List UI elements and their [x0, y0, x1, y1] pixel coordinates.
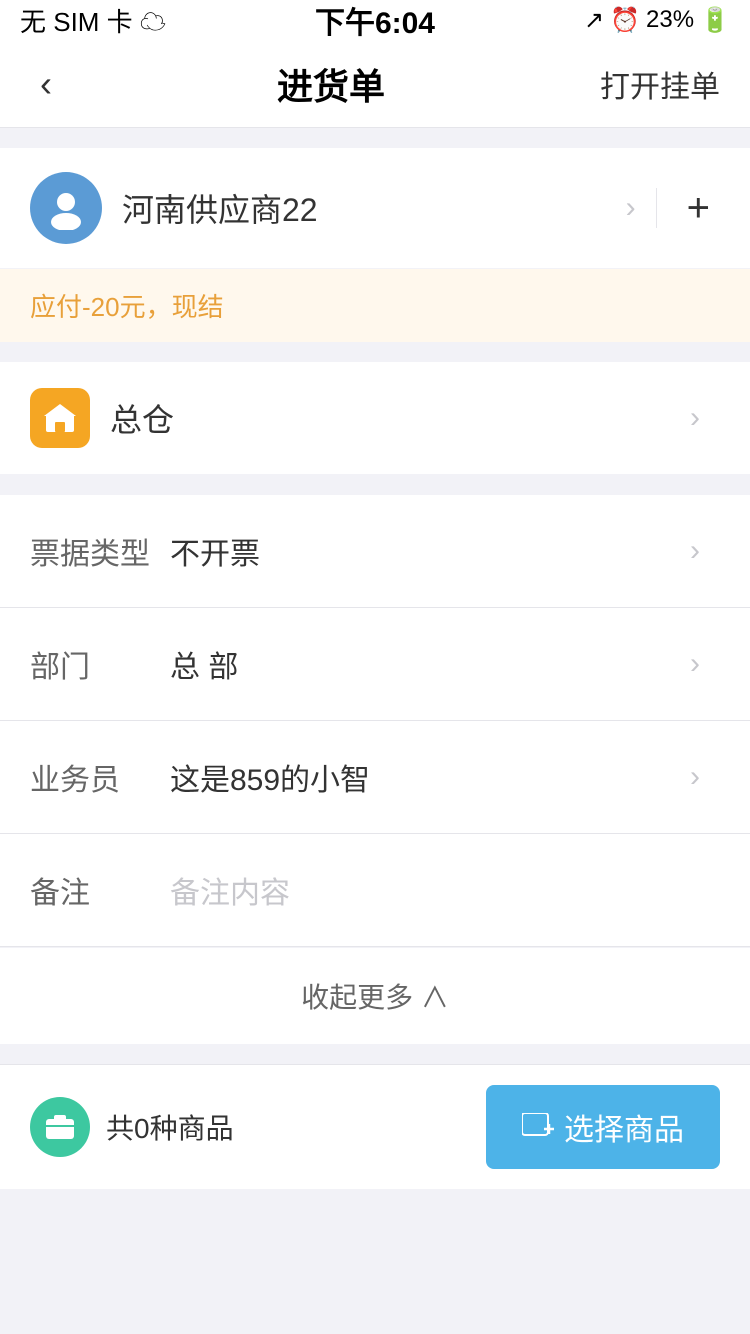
status-bar: 无 SIM 卡 ☁ 下午6:04 ↗ ⏰ 23% 🔋 — [0, 0, 750, 40]
warehouse-section: 总仓 › — [0, 362, 750, 475]
battery-text: 23% — [646, 6, 694, 34]
nav-bar: ‹ 进货单 打开挂单 — [0, 40, 750, 128]
supplier-divider — [656, 188, 657, 228]
back-button[interactable]: ‹ — [30, 53, 62, 115]
invoice-type-label: 票据类型 — [30, 529, 170, 573]
department-chevron-icon: › — [690, 647, 700, 681]
salesperson-label: 业务员 — [30, 755, 170, 799]
signal-text: 无 SIM 卡 ☁ — [20, 2, 166, 39]
status-right: ↗ ⏰ 23% 🔋 — [584, 6, 730, 35]
select-product-label: 选择商品 — [564, 1105, 684, 1149]
invoice-type-chevron-icon: › — [690, 534, 700, 568]
collapse-row[interactable]: 收起更多 ∧ — [0, 947, 750, 1044]
invoice-type-value: 不开票 — [170, 529, 690, 573]
section-gap-3 — [0, 475, 750, 495]
product-icon — [30, 1097, 90, 1157]
invoice-type-row[interactable]: 票据类型 不开票 › — [0, 495, 750, 608]
battery-icon: 🔋 — [700, 6, 730, 35]
section-gap-2 — [0, 342, 750, 362]
section-gap-1 — [0, 128, 750, 148]
salesperson-chevron-icon: › — [690, 760, 700, 794]
location-icon: ↗ — [584, 6, 604, 35]
department-row[interactable]: 部门 总 部 › — [0, 608, 750, 721]
warehouse-row[interactable]: 总仓 › — [0, 362, 750, 475]
supplier-avatar — [30, 172, 102, 244]
remark-value[interactable]: 备注内容 — [170, 868, 720, 912]
collapse-label: 收起更多 ∧ — [301, 976, 449, 1016]
warehouse-name: 总仓 — [110, 395, 690, 441]
bottom-bar: 共0种商品 选择商品 — [0, 1064, 750, 1189]
remark-label: 备注 — [30, 868, 170, 912]
warehouse-icon — [30, 388, 90, 448]
supplier-chevron-icon: › — [626, 191, 636, 225]
select-product-button[interactable]: 选择商品 — [486, 1085, 720, 1169]
add-supplier-button[interactable]: + — [677, 186, 720, 231]
page-title: 进货单 — [277, 58, 385, 110]
status-time: 下午6:04 — [315, 0, 435, 42]
supplier-row[interactable]: 河南供应商22 › + — [0, 148, 750, 269]
remark-row[interactable]: 备注 备注内容 — [0, 834, 750, 947]
product-count-text: 共0种商品 — [106, 1107, 234, 1147]
status-left: 无 SIM 卡 ☁ — [20, 2, 166, 39]
department-value: 总 部 — [170, 642, 690, 686]
warehouse-chevron-icon: › — [690, 401, 700, 435]
product-count-area: 共0种商品 — [30, 1097, 234, 1157]
department-label: 部门 — [30, 642, 170, 686]
open-pending-button[interactable]: 打开挂单 — [600, 62, 720, 106]
salesperson-row[interactable]: 业务员 这是859的小智 › — [0, 721, 750, 834]
salesperson-value: 这是859的小智 — [170, 755, 690, 799]
supplier-name: 河南供应商22 — [122, 185, 626, 231]
form-section: 票据类型 不开票 › 部门 总 部 › 业务员 这是859的小智 › 备注 备注… — [0, 495, 750, 1044]
supplier-section: 河南供应商22 › + 应付-20元，现结 — [0, 148, 750, 342]
supplier-notice: 应付-20元，现结 — [0, 269, 750, 342]
alarm-icon: ⏰ — [610, 6, 640, 35]
